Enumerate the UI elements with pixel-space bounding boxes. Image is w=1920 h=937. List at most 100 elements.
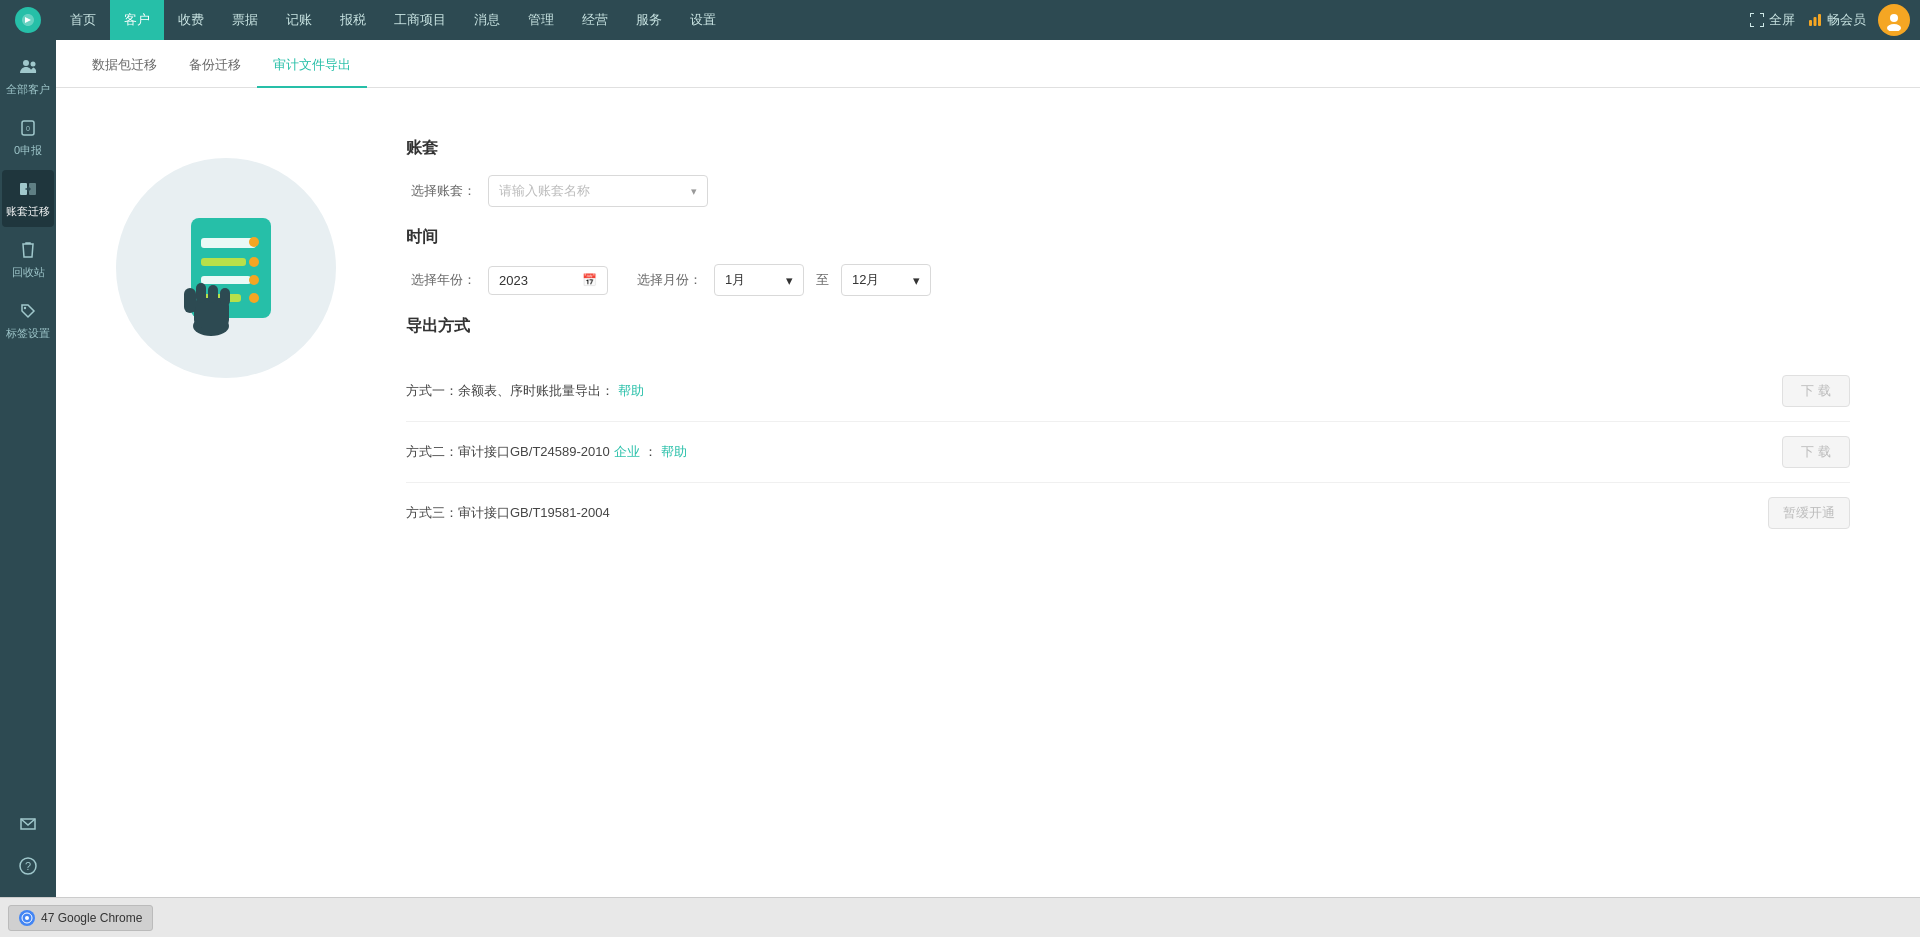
svg-point-5 xyxy=(1887,24,1901,31)
sidebar-label-all-clients: 全部客户 xyxy=(6,82,50,97)
tab-audit-export[interactable]: 审计文件导出 xyxy=(257,44,367,88)
sidebar-label-recycle: 回收站 xyxy=(12,265,45,280)
content-area: 数据包迁移 备份迁移 审计文件导出 xyxy=(56,40,1920,897)
chevron-down-icon-month: ▾ xyxy=(786,273,793,288)
method2-download-button[interactable]: 下 载 xyxy=(1782,436,1850,468)
message-icon xyxy=(17,813,39,835)
month-start-dropdown[interactable]: 1月 ▾ xyxy=(714,264,804,296)
year-label: 选择年份： xyxy=(406,271,476,289)
method3-text: 方式三：审计接口GB/T19581-2004 xyxy=(406,504,610,522)
year-value: 2023 xyxy=(499,273,528,288)
month-end-value: 12月 xyxy=(852,271,879,289)
fullscreen-label: 全屏 xyxy=(1769,11,1795,29)
svg-rect-18 xyxy=(201,276,251,284)
calendar-icon: 📅 xyxy=(582,273,597,287)
sidebar-item-tag-settings[interactable]: 标签设置 xyxy=(2,292,54,349)
nav-manage[interactable]: 管理 xyxy=(514,0,568,40)
time-form-row: 选择年份： 2023 📅 选择月份： 1月 ▾ 至 12月 ▾ xyxy=(406,264,1850,296)
sidebar-item-recycle[interactable]: 回收站 xyxy=(2,231,54,288)
tag-icon xyxy=(17,300,39,322)
method2-company-link[interactable]: 企业 xyxy=(614,443,640,461)
migrate-icon xyxy=(17,178,39,200)
svg-text:0: 0 xyxy=(26,125,30,132)
nav-service[interactable]: 服务 xyxy=(622,0,676,40)
top-nav-right: 全屏 畅会员 xyxy=(1749,4,1910,36)
illustration-circle xyxy=(116,158,336,378)
month-label: 选择月份： xyxy=(632,271,702,289)
export-methods: 方式一：余额表、序时账批量导出： 帮助 下 载 方式二：审计接口GB/T2458… xyxy=(406,361,1850,543)
nav-tax[interactable]: 报税 xyxy=(326,0,380,40)
nav-client[interactable]: 客户 xyxy=(110,0,164,40)
svg-point-21 xyxy=(249,257,259,267)
method3-open-button[interactable]: 暂缓开通 xyxy=(1768,497,1850,529)
chevron-down-icon: ▾ xyxy=(691,185,697,198)
year-input[interactable]: 2023 📅 xyxy=(488,266,608,295)
avatar[interactable] xyxy=(1878,4,1910,36)
tab-data-migrate[interactable]: 数据包迁移 xyxy=(76,44,173,88)
zero-report-icon: 0 xyxy=(17,117,39,139)
month-end-dropdown[interactable]: 12月 ▾ xyxy=(841,264,931,296)
sidebar-item-notification[interactable] xyxy=(2,805,54,843)
method3-label: 方式三：审计接口GB/T19581-2004 xyxy=(406,504,610,522)
sidebar-label-migrate: 账套迁移 xyxy=(6,204,50,219)
tab-backup-migrate[interactable]: 备份迁移 xyxy=(173,44,257,88)
logo xyxy=(10,2,46,38)
member-label: 畅会员 xyxy=(1827,11,1866,29)
svg-point-20 xyxy=(249,237,259,247)
method1-download-button[interactable]: 下 载 xyxy=(1782,375,1850,407)
top-nav: 首页 客户 收费 票据 记账 报税 工商项目 消息 管理 经营 服务 设置 全屏… xyxy=(0,0,1920,40)
nav-business[interactable]: 工商项目 xyxy=(380,0,460,40)
chevron-down-icon-month-end: ▾ xyxy=(913,273,920,288)
account-label: 选择账套： xyxy=(406,182,476,200)
sidebar-item-all-clients[interactable]: 全部客户 xyxy=(2,48,54,105)
illustration-side xyxy=(86,118,366,867)
sidebar-item-zero-report[interactable]: 0 0申报 xyxy=(2,109,54,166)
svg-rect-2 xyxy=(1814,17,1817,26)
users-icon xyxy=(17,56,39,78)
time-section-title: 时间 xyxy=(406,227,1850,248)
nav-invoice[interactable]: 票据 xyxy=(218,0,272,40)
member-button[interactable]: 畅会员 xyxy=(1807,11,1866,29)
export-method-1: 方式一：余额表、序时账批量导出： 帮助 下 载 xyxy=(406,361,1850,422)
account-select[interactable]: 请输入账套名称 ▾ xyxy=(488,175,708,207)
svg-rect-29 xyxy=(220,288,230,306)
main-layout: 全部客户 0 0申报 账套迁移 xyxy=(0,40,1920,897)
sidebar-item-migrate[interactable]: 账套迁移 xyxy=(2,170,54,227)
svg-point-22 xyxy=(249,275,259,285)
nav-operate[interactable]: 经营 xyxy=(568,0,622,40)
svg-point-4 xyxy=(1890,14,1898,22)
taskbar: 47 Google Chrome xyxy=(0,897,1920,937)
export-section-title: 导出方式 xyxy=(406,316,1850,337)
svg-point-12 xyxy=(24,307,26,309)
page-content: 账套 选择账套： 请输入账套名称 ▾ 时间 选择年份： 2023 📅 xyxy=(56,88,1920,897)
method2-help-link[interactable]: 帮助 xyxy=(661,443,687,461)
account-section-title: 账套 xyxy=(406,138,1850,159)
svg-rect-1 xyxy=(1809,20,1812,26)
help-icon: ? xyxy=(17,855,39,877)
method2-text: 方式二：审计接口GB/T24589-2010 xyxy=(406,443,610,461)
to-text: 至 xyxy=(816,271,829,289)
sidebar-item-help[interactable]: ? xyxy=(2,847,54,885)
export-method-3: 方式三：审计接口GB/T19581-2004 暂缓开通 xyxy=(406,483,1850,543)
taskbar-chrome[interactable]: 47 Google Chrome xyxy=(8,905,153,931)
nav-bookkeeping[interactable]: 记账 xyxy=(272,0,326,40)
nav-fee[interactable]: 收费 xyxy=(164,0,218,40)
svg-rect-27 xyxy=(196,283,206,303)
trash-icon xyxy=(17,239,39,261)
taskbar-chrome-label: 47 Google Chrome xyxy=(41,911,142,925)
nav-settings[interactable]: 设置 xyxy=(676,0,730,40)
svg-rect-26 xyxy=(184,288,196,313)
svg-rect-3 xyxy=(1818,14,1821,26)
svg-rect-16 xyxy=(201,238,256,248)
sidebar-label-zero-report: 0申报 xyxy=(14,143,42,158)
subtabs-bar: 数据包迁移 备份迁移 审计文件导出 xyxy=(56,40,1920,88)
nav-message[interactable]: 消息 xyxy=(460,0,514,40)
sidebar: 全部客户 0 0申报 账套迁移 xyxy=(0,40,56,897)
method1-text: 方式一：余额表、序时账批量导出： xyxy=(406,382,614,400)
fullscreen-button[interactable]: 全屏 xyxy=(1749,11,1795,29)
account-form-row: 选择账套： 请输入账套名称 ▾ xyxy=(406,175,1850,207)
method2-colon: ： xyxy=(644,443,657,461)
month-start-value: 1月 xyxy=(725,271,745,289)
nav-home[interactable]: 首页 xyxy=(56,0,110,40)
method1-help-link[interactable]: 帮助 xyxy=(618,382,644,400)
